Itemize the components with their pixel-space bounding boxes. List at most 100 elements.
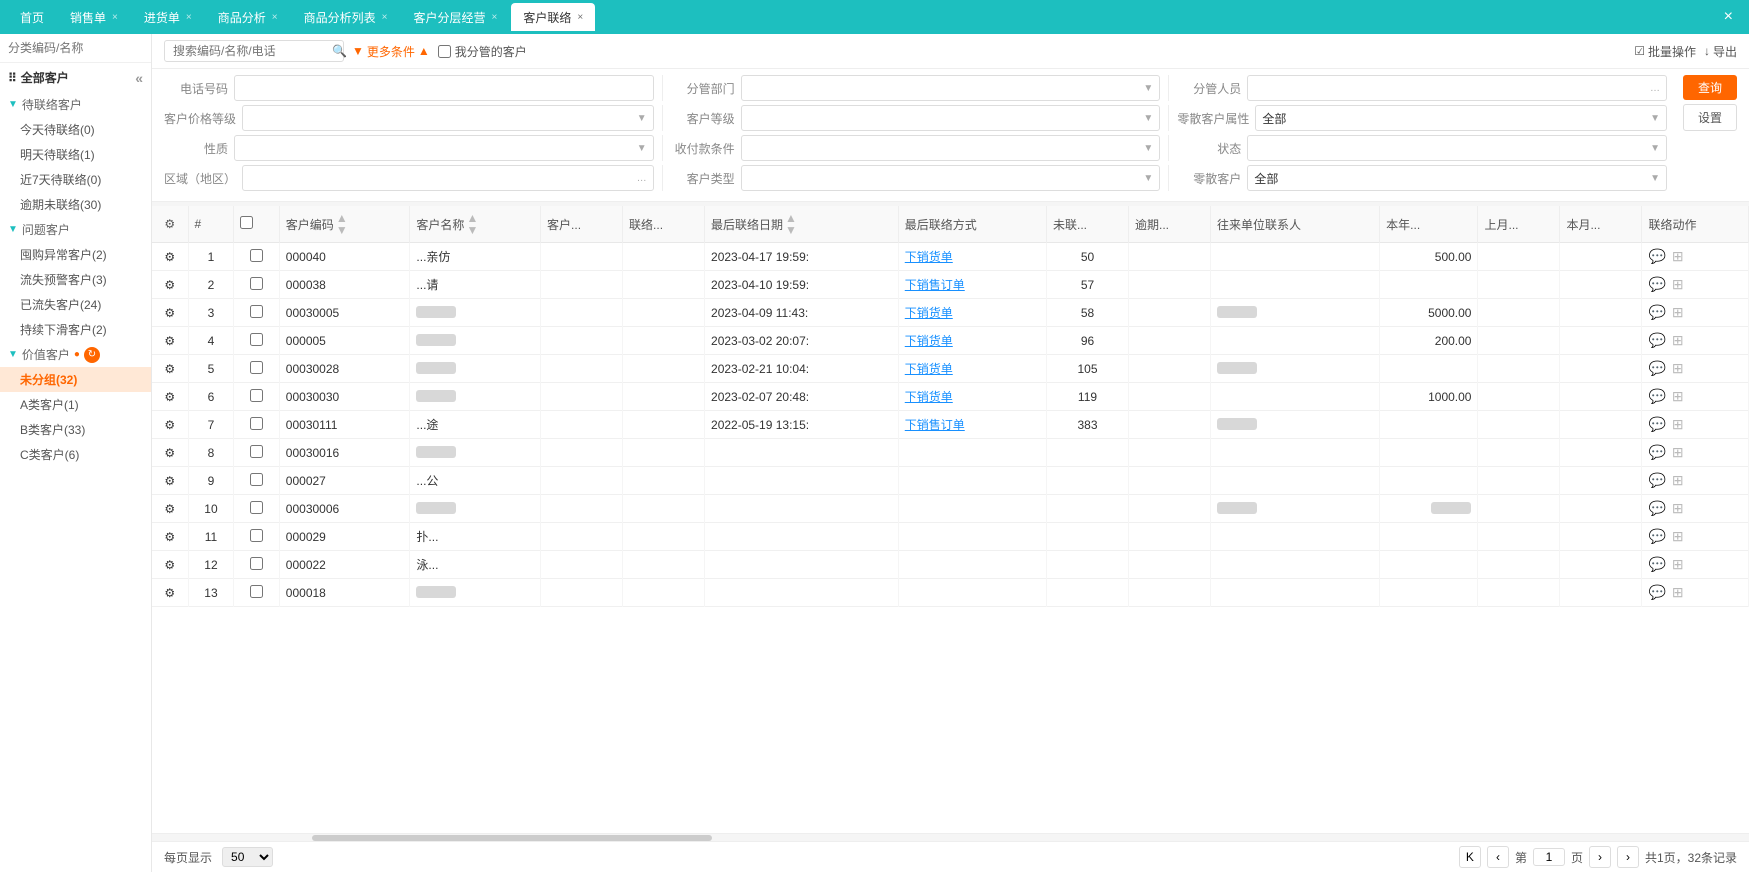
grid-action-icon[interactable]: ⊞ — [1672, 416, 1684, 433]
tab-sales-close[interactable]: × — [112, 12, 118, 23]
my-customers-checkbox[interactable] — [438, 45, 451, 58]
sidebar-item-7days[interactable]: 近7天待联络(0) — [0, 167, 151, 192]
tab-customer-layer[interactable]: 客户分层经营 × — [401, 3, 509, 31]
page-number-input[interactable] — [1533, 848, 1565, 866]
grid-action-icon[interactable]: ⊞ — [1672, 388, 1684, 405]
tab-product-list-close[interactable]: × — [382, 12, 388, 23]
grid-action-icon[interactable]: ⊞ — [1672, 528, 1684, 545]
row-checkbox[interactable] — [250, 501, 263, 514]
chat-icon[interactable]: 💬 — [1648, 332, 1665, 349]
sidebar-item-today[interactable]: 今天待联络(0) — [0, 117, 151, 142]
sidebar-item-abnormal[interactable]: 囤购异常客户(2) — [0, 242, 151, 267]
chat-icon[interactable]: 💬 — [1648, 500, 1665, 517]
adv-region-select[interactable]: … — [242, 165, 654, 191]
prev-page-btn[interactable]: ‹ — [1487, 846, 1509, 868]
this-month-col-header[interactable]: 本月... — [1560, 206, 1642, 243]
sidebar-item-overdue[interactable]: 逾期未联络(30) — [0, 192, 151, 217]
chat-icon[interactable]: 💬 — [1648, 388, 1665, 405]
contact-way-link[interactable]: 下销货单 — [905, 390, 953, 404]
sidebar-item-a-class[interactable]: A类客户(1) — [0, 392, 151, 417]
export-btn[interactable]: ↓ 导出 — [1704, 43, 1737, 60]
last-page-btn[interactable]: › — [1617, 846, 1639, 868]
sidebar-item-tomorrow[interactable]: 明天待联络(1) — [0, 142, 151, 167]
batch-op-btn[interactable]: ☑ 批量操作 — [1634, 43, 1696, 60]
tab-product-analysis-close[interactable]: × — [272, 12, 278, 23]
sidebar-item-b-class[interactable]: B类客户(33) — [0, 417, 151, 442]
row-checkbox[interactable] — [250, 445, 263, 458]
refresh-badge[interactable]: ↻ — [84, 347, 100, 363]
contact-way-link[interactable]: 下销货单 — [905, 362, 953, 376]
row-settings[interactable]: ⚙ — [152, 243, 188, 271]
tab-product-list[interactable]: 商品分析列表 × — [292, 3, 400, 31]
overdue-col-header[interactable]: 逾期... — [1128, 206, 1210, 243]
row-checkbox[interactable] — [250, 417, 263, 430]
adv-customer-type-select[interactable]: ▼ — [741, 165, 1161, 191]
adv-scatter-attr-select[interactable]: 全部 ▼ — [1255, 105, 1667, 131]
row-settings[interactable]: ⚙ — [152, 439, 188, 467]
contact-col-header[interactable]: 联络... — [623, 206, 705, 243]
page-size-select[interactable]: 50 100 200 — [222, 847, 273, 867]
adv-scatter-select[interactable]: 全部 ▼ — [1247, 165, 1667, 191]
grid-action-icon[interactable]: ⊞ — [1672, 276, 1684, 293]
grid-action-icon[interactable]: ⊞ — [1672, 500, 1684, 517]
contact-way-link[interactable]: 下销货单 — [905, 306, 953, 320]
next-page-btn[interactable]: › — [1589, 846, 1611, 868]
first-page-btn[interactable]: K — [1459, 846, 1481, 868]
row-checkbox[interactable] — [250, 305, 263, 318]
code-sort-icon[interactable]: ▲▼ — [336, 212, 348, 236]
not-contacted-col-header[interactable]: 未联... — [1047, 206, 1129, 243]
adv-phone-input[interactable] — [234, 75, 654, 101]
company-contact-col-header[interactable]: 往来单位联系人 — [1210, 206, 1379, 243]
last-contact-date-col-header[interactable]: 最后联络日期 ▲▼ — [705, 206, 899, 243]
row-settings[interactable]: ⚙ — [152, 523, 188, 551]
name-col-header[interactable]: 客户名称 ▲▼ — [410, 206, 541, 243]
row-settings[interactable]: ⚙ — [152, 355, 188, 383]
chat-icon[interactable]: 💬 — [1648, 276, 1665, 293]
code-col-header[interactable]: 客户编码 ▲▼ — [279, 206, 410, 243]
row-settings[interactable]: ⚙ — [152, 467, 188, 495]
adv-dept-select[interactable]: ▼ — [741, 75, 1161, 101]
collapse-icon[interactable]: « — [135, 70, 143, 86]
row-checkbox[interactable] — [250, 361, 263, 374]
row-checkbox[interactable] — [250, 473, 263, 486]
contact-way-link[interactable]: 下销货单 — [905, 250, 953, 264]
chat-icon[interactable]: 💬 — [1648, 528, 1665, 545]
all-customers-header[interactable]: ⠿ 全部客户 « — [0, 63, 151, 92]
main-search-input[interactable] — [173, 44, 328, 58]
tab-purchase[interactable]: 进货单 × — [132, 3, 204, 31]
row-settings[interactable]: ⚙ — [152, 383, 188, 411]
sidebar-item-lost[interactable]: 已流失客户(24) — [0, 292, 151, 317]
date-sort-icon[interactable]: ▲▼ — [785, 212, 797, 236]
row-settings[interactable]: ⚙ — [152, 551, 188, 579]
chat-icon[interactable]: 💬 — [1648, 584, 1665, 601]
row-settings[interactable]: ⚙ — [152, 271, 188, 299]
reset-button[interactable]: 设置 — [1683, 104, 1737, 131]
tab-customer-contact-close[interactable]: × — [577, 12, 583, 23]
row-checkbox[interactable] — [250, 333, 263, 346]
row-settings[interactable]: ⚙ — [152, 299, 188, 327]
row-checkbox[interactable] — [250, 277, 263, 290]
contact-way-link[interactable]: 下销售订单 — [905, 278, 965, 292]
last-contact-way-col-header[interactable]: 最后联络方式 — [898, 206, 1046, 243]
settings-col-header[interactable]: ⚙ — [152, 206, 188, 243]
query-button[interactable]: 查询 — [1683, 75, 1737, 100]
grid-action-icon[interactable]: ⊞ — [1672, 556, 1684, 573]
close-all-btn[interactable]: × — [1716, 8, 1741, 26]
select-all-checkbox[interactable] — [240, 216, 253, 229]
grid-action-icon[interactable]: ⊞ — [1672, 360, 1684, 377]
row-checkbox[interactable] — [250, 585, 263, 598]
tab-purchase-close[interactable]: × — [186, 12, 192, 23]
this-year-col-header[interactable]: 本年... — [1380, 206, 1478, 243]
grid-action-icon[interactable]: ⊞ — [1672, 444, 1684, 461]
tab-customer-layer-close[interactable]: × — [491, 12, 497, 23]
row-settings[interactable]: ⚙ — [152, 411, 188, 439]
more-conditions-btn[interactable]: ▼ 更多条件 ▲ — [352, 43, 430, 60]
chat-icon[interactable]: 💬 — [1648, 472, 1665, 489]
sidebar-item-c-class[interactable]: C类客户(6) — [0, 442, 151, 467]
horizontal-scrollbar[interactable] — [152, 833, 1749, 841]
grid-action-icon[interactable]: ⊞ — [1672, 332, 1684, 349]
adv-customer-level-select[interactable]: ▼ — [741, 105, 1161, 131]
row-settings[interactable]: ⚙ — [152, 327, 188, 355]
sidebar-item-declining[interactable]: 持续下滑客户(2) — [0, 317, 151, 342]
adv-price-level-select[interactable]: ▼ — [242, 105, 654, 131]
